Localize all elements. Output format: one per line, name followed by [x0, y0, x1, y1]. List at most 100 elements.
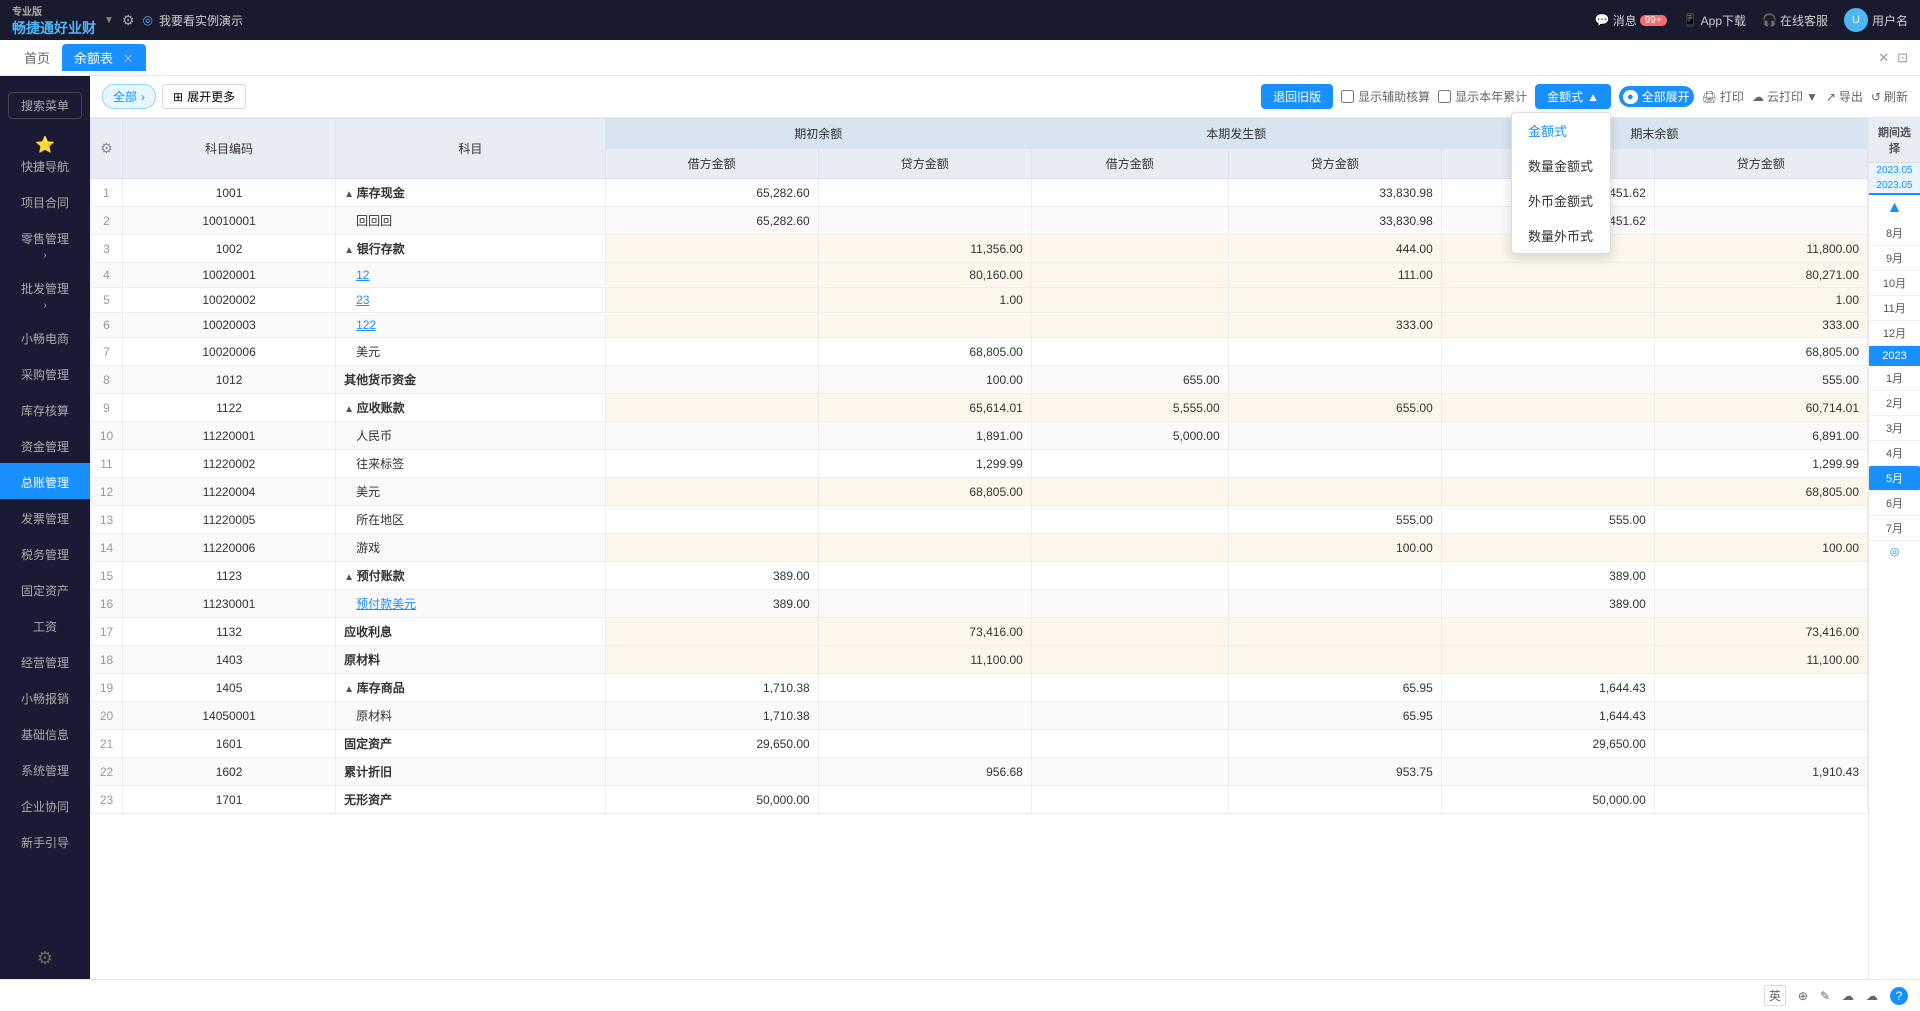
maximize-icon[interactable]: ⊡ — [1897, 50, 1908, 66]
table-row[interactable]: 1211220004美元68,805.0068,805.00 — [91, 478, 1868, 506]
back-old-version-btn[interactable]: 退回旧版 — [1261, 84, 1333, 109]
sidebar-item-system[interactable]: 系统管理 — [0, 751, 90, 787]
dropdown-item-foreign-amount[interactable]: 外币金额式 — [1512, 183, 1610, 218]
table-row[interactable]: 221602累计折旧956.68953.751,910.43 — [91, 758, 1868, 786]
expand-triangle-icon[interactable]: ▲ — [344, 684, 357, 695]
date-month-4[interactable]: 4月 — [1869, 441, 1920, 466]
view-mode-btn[interactable]: 金额式 ▲ — [1535, 84, 1611, 109]
search-menu-btn[interactable]: 搜索菜单 — [8, 92, 82, 119]
sidebar-item-capital[interactable]: 资金管理 — [0, 427, 90, 463]
status-cloud-icon[interactable]: ☁ — [1842, 989, 1854, 1003]
sidebar-item-tax[interactable]: 税务管理 — [0, 535, 90, 571]
col-settings[interactable]: ⚙ — [91, 119, 123, 179]
date-month-1[interactable]: 1月 — [1869, 366, 1920, 391]
sidebar-item-ledger[interactable]: 总账管理 — [0, 463, 90, 499]
sidebar-item-nav[interactable]: ⭐ 快捷导航 — [0, 127, 90, 183]
messages-btn[interactable]: 💬 消息 99+ — [1595, 12, 1667, 29]
expand-all-toggle[interactable]: ● 全部展开 — [1619, 86, 1694, 107]
table-row[interactable]: 211601固定资产29,650.0029,650.00 — [91, 730, 1868, 758]
app-download-btn[interactable]: 📱 App下载 — [1683, 12, 1746, 29]
tab-balance[interactable]: 余额表 ✕ — [62, 44, 146, 71]
sidebar-item-expense[interactable]: 小畅报销 — [0, 679, 90, 715]
table-row[interactable]: 2014050001原材料1,710.3865.951,644.43 — [91, 702, 1868, 730]
show-ytd-checkbox[interactable]: 显示本年累计 — [1438, 88, 1527, 105]
online-service-btn[interactable]: 🎧 在线客服 — [1762, 12, 1828, 29]
sidebar-item-assets[interactable]: 固定资产 — [0, 571, 90, 607]
date-month-5-active[interactable]: 5月 — [1869, 466, 1920, 491]
table-row[interactable]: 610020003122333.00333.00 — [91, 313, 1868, 338]
all-filter-tag[interactable]: 全部 › — [102, 84, 156, 109]
table-row[interactable]: 4100200011280,160.00111.0080,271.00 — [91, 263, 1868, 288]
expand-triangle-icon[interactable]: ▲ — [344, 404, 357, 415]
dropdown-item-amount[interactable]: 金额式 — [1512, 113, 1610, 148]
table-row[interactable]: 151123▲ 预付账款389.00389.00 — [91, 562, 1868, 590]
date-month-7[interactable]: 7月 — [1869, 516, 1920, 541]
minimize-icon[interactable]: ✕ — [1878, 50, 1889, 66]
sidebar-item-ecommerce[interactable]: 小畅电商 — [0, 319, 90, 355]
sidebar-item-inventory[interactable]: 库存核算 — [0, 391, 90, 427]
table-row[interactable]: 191405▲ 库存商品1,710.3865.951,644.43 — [91, 674, 1868, 702]
sidebar-item-management[interactable]: 经营管理 — [0, 643, 90, 679]
table-row[interactable]: 181403原材料11,100.0011,100.00 — [91, 646, 1868, 674]
status-help-icon[interactable]: ? — [1890, 987, 1908, 1005]
sidebar-item-guide[interactable]: 新手引导 — [0, 823, 90, 859]
table-row[interactable]: 510020002231.001.00 — [91, 288, 1868, 313]
tab-close-icon[interactable]: ✕ — [123, 51, 134, 66]
cell-account-name[interactable]: 预付款美元 — [336, 590, 605, 618]
sidebar-item-payroll[interactable]: 工资 — [0, 607, 90, 643]
refresh-btn[interactable]: ↺ 刷新 — [1871, 88, 1908, 105]
date-month-12[interactable]: 12月 — [1869, 321, 1920, 346]
status-plus-icon[interactable]: ⊕ — [1798, 989, 1808, 1003]
cell-closing-debit — [1441, 313, 1654, 338]
date-month-8[interactable]: 8月 — [1869, 221, 1920, 246]
user-avatar[interactable]: U 用户名 — [1844, 8, 1908, 32]
table-settings-icon[interactable]: ⚙ — [100, 140, 113, 156]
table-row[interactable]: 231701无形资产50,000.0050,000.00 — [91, 786, 1868, 814]
table-row[interactable]: 81012其他货币资金100.00655.00555.00 — [91, 366, 1868, 394]
dropdown-item-qty-amount[interactable]: 数量金额式 — [1512, 148, 1610, 183]
expand-triangle-icon[interactable]: ▲ — [344, 189, 357, 200]
cell-account-name[interactable]: 12 — [336, 263, 605, 288]
expand-triangle-icon[interactable]: ▲ — [344, 572, 357, 583]
sidebar-item-project[interactable]: 项目合同 — [0, 183, 90, 219]
show-auxiliary-checkbox[interactable]: 显示辅助核算 — [1341, 88, 1430, 105]
demo-link[interactable]: ◎ 我要看实例演示 — [142, 12, 243, 29]
sidebar-item-wholesale[interactable]: 批发管理 › — [0, 269, 90, 319]
status-cloud2-icon[interactable]: ☁ — [1866, 989, 1878, 1003]
date-month-9[interactable]: 9月 — [1869, 246, 1920, 271]
sidebar-item-invoice[interactable]: 发票管理 — [0, 499, 90, 535]
sidebar-item-basic[interactable]: 基础信息 — [0, 715, 90, 751]
expand-more-btn[interactable]: ⊞ 展开更多 — [162, 84, 246, 109]
date-month-6[interactable]: 6月 — [1869, 491, 1920, 516]
date-month-11[interactable]: 11月 — [1869, 296, 1920, 321]
cloud-print-btn[interactable]: ☁ 云打印 ▼ — [1752, 88, 1818, 105]
date-nav-up[interactable]: ▲ — [1869, 195, 1920, 221]
status-lang[interactable]: 英 — [1764, 985, 1786, 1006]
print-btn[interactable]: 🖨 打印 — [1702, 88, 1744, 105]
date-month-2[interactable]: 2月 — [1869, 391, 1920, 416]
settings-icon[interactable]: ⚙ — [122, 12, 135, 29]
app-dropdown[interactable]: ▼ — [104, 15, 114, 26]
table-row[interactable]: 91122▲ 应收账款65,614.015,555.00655.0060,714… — [91, 394, 1868, 422]
cell-account-name[interactable]: 23 — [336, 288, 605, 313]
table-row[interactable]: 1111220002往来标签1,299.991,299.99 — [91, 450, 1868, 478]
table-row[interactable]: 1611230001预付款美元389.00389.00 — [91, 590, 1868, 618]
table-row[interactable]: 1311220005所在地区555.00555.00 — [91, 506, 1868, 534]
table-row[interactable]: 171132应收利息73,416.0073,416.00 — [91, 618, 1868, 646]
sidebar-item-purchase[interactable]: 采购管理 — [0, 355, 90, 391]
table-row[interactable]: 1411220006游戏100.00100.00 — [91, 534, 1868, 562]
sidebar-settings-icon[interactable]: ⚙ — [37, 948, 53, 968]
export-btn[interactable]: ↗ 导出 — [1826, 88, 1863, 105]
sidebar-item-collab[interactable]: 企业协同 — [0, 787, 90, 823]
table-row[interactable]: 710020006美元68,805.0068,805.00 — [91, 338, 1868, 366]
table-row[interactable]: 1011220001人民币1,891.005,000.006,891.00 — [91, 422, 1868, 450]
date-month-10[interactable]: 10月 — [1869, 271, 1920, 296]
tab-home[interactable]: 首页 — [12, 44, 62, 71]
sidebar-item-retail[interactable]: 零售管理 › — [0, 219, 90, 269]
date-collapse-icon[interactable]: ◎ — [1869, 541, 1920, 562]
date-month-3[interactable]: 3月 — [1869, 416, 1920, 441]
status-edit-icon[interactable]: ✎ — [1820, 989, 1830, 1003]
cell-account-name[interactable]: 122 — [336, 313, 605, 338]
dropdown-item-qty-foreign[interactable]: 数量外币式 — [1512, 218, 1610, 253]
expand-triangle-icon[interactable]: ▲ — [344, 245, 357, 256]
